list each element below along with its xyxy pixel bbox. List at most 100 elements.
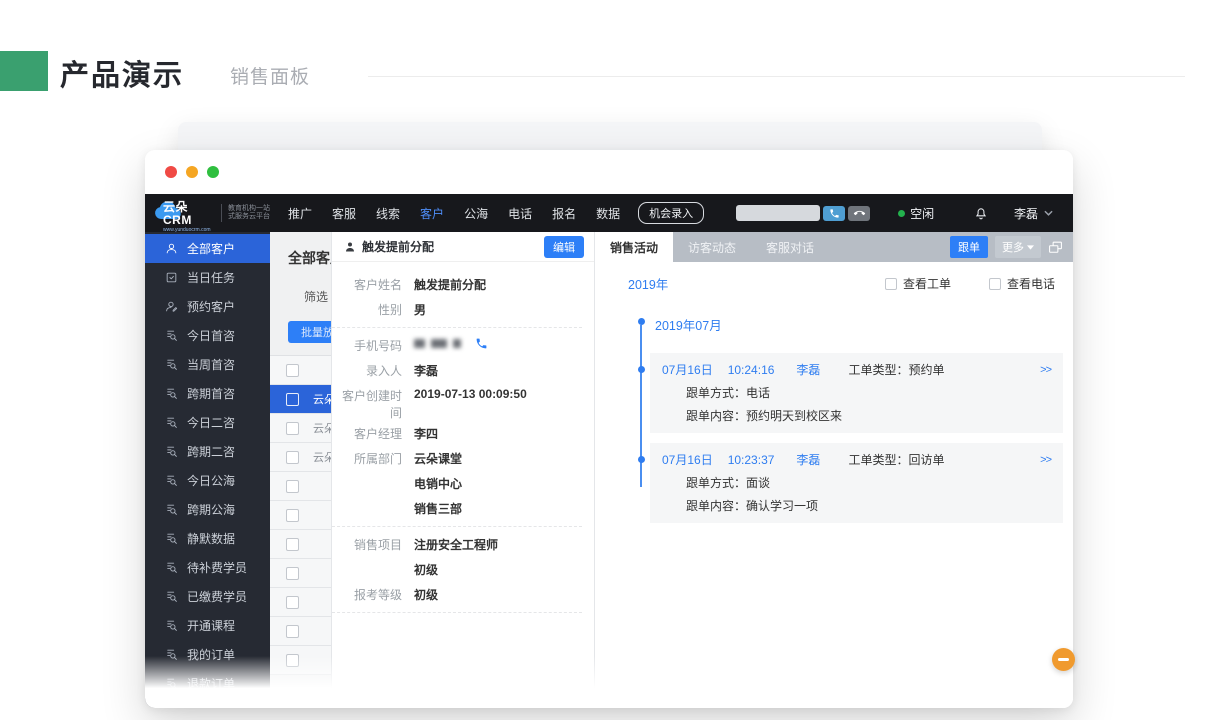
table-row[interactable] bbox=[270, 501, 331, 530]
tab-访客动态[interactable]: 访客动态 bbox=[673, 232, 751, 262]
nav-menu-item-公海[interactable]: 公海 bbox=[464, 205, 488, 222]
app-logo[interactable]: 云朵CRM www.yunduocrm.com bbox=[153, 198, 215, 233]
table-row[interactable] bbox=[270, 617, 331, 646]
row-checkbox[interactable] bbox=[286, 363, 299, 377]
sidebar-item[interactable]: 开通课程 bbox=[145, 611, 270, 640]
task-icon bbox=[165, 271, 178, 284]
sidebar-item[interactable]: 今日二咨 bbox=[145, 408, 270, 437]
follow-order-button[interactable]: 跟单 bbox=[950, 236, 988, 258]
entry-date: 07月16日 bbox=[662, 363, 713, 377]
row-cell-text: 云朵 bbox=[313, 423, 331, 435]
view-work-order-checkbox[interactable]: 查看工单 bbox=[884, 275, 951, 292]
sidebar-item[interactable]: 全部客户 bbox=[145, 234, 270, 263]
sidebar-item[interactable]: 待补费学员 bbox=[145, 553, 270, 582]
field-value: 2019-07-13 00:09:50 bbox=[414, 387, 527, 401]
doc-search-icon bbox=[165, 677, 178, 690]
table-row[interactable] bbox=[270, 588, 331, 617]
entry-type-value: 预约单 bbox=[908, 363, 945, 377]
doc-search-icon bbox=[165, 358, 178, 371]
table-row[interactable] bbox=[270, 559, 331, 588]
nav-menu-item-推广[interactable]: 推广 bbox=[288, 205, 312, 222]
entry-user-link[interactable]: 李磊 bbox=[796, 451, 820, 468]
activity-timeline: 2019年07月 07月16日 10:24:16 李磊 工单类型：预约单 >> … bbox=[637, 315, 1063, 523]
activity-content: 2019年 查看工单 查看电话 2019年07月 07月16日 10:24:16… bbox=[595, 262, 1073, 708]
nav-menu-item-报名[interactable]: 报名 bbox=[552, 205, 576, 222]
floating-minimize-button[interactable] bbox=[1052, 648, 1075, 671]
nav-menu-item-客户[interactable]: 客户 bbox=[420, 205, 444, 222]
row-cell-text: 云朵 bbox=[313, 452, 331, 464]
sidebar-item[interactable]: 已缴费学员 bbox=[145, 582, 270, 611]
sidebar-item[interactable]: 今日首咨 bbox=[145, 321, 270, 350]
sidebar-item[interactable]: 跨期首咨 bbox=[145, 379, 270, 408]
row-checkbox[interactable] bbox=[286, 421, 299, 435]
chevron-down-icon bbox=[1044, 210, 1053, 216]
table-row[interactable]: 云朵 bbox=[270, 385, 331, 414]
sidebar-item[interactable]: 当周首咨 bbox=[145, 350, 270, 379]
row-checkbox[interactable] bbox=[286, 595, 299, 609]
entry-user-link[interactable]: 李磊 bbox=[796, 361, 820, 378]
tab-客服对话[interactable]: 客服对话 bbox=[751, 232, 829, 262]
nav-menu-item-线索[interactable]: 线索 bbox=[376, 205, 400, 222]
sidebar-item[interactable]: 我的订单 bbox=[145, 640, 270, 669]
more-button[interactable]: 更多 bbox=[995, 236, 1041, 258]
nav-menu-item-客服[interactable]: 客服 bbox=[332, 205, 356, 222]
sidebar-item-label: 今日二咨 bbox=[187, 416, 236, 430]
close-window-icon[interactable] bbox=[165, 166, 177, 178]
opportunity-entry-button[interactable]: 机会录入 bbox=[638, 202, 705, 224]
table-row[interactable]: 云朵 bbox=[270, 414, 331, 443]
batch-discard-button[interactable]: 批量放弃 bbox=[288, 321, 331, 343]
view-phone-checkbox[interactable]: 查看电话 bbox=[988, 275, 1055, 292]
expand-arrow-icon[interactable]: >> bbox=[1040, 364, 1052, 376]
field-value: 初级 bbox=[414, 588, 439, 602]
nav-menu-item-数据[interactable]: 数据 bbox=[596, 205, 620, 222]
sidebar-item[interactable]: 退款订单 bbox=[145, 669, 270, 698]
agent-status[interactable]: 空闲 bbox=[898, 205, 934, 222]
window-titlebar bbox=[145, 150, 1073, 194]
entry-date: 07月16日 bbox=[662, 453, 713, 467]
table-row[interactable] bbox=[270, 472, 331, 501]
logo-tagline: 教育机构一站 式服务云平台 bbox=[228, 205, 270, 220]
minimize-window-icon[interactable] bbox=[186, 166, 198, 178]
pop-out-window-icon[interactable] bbox=[1048, 241, 1063, 254]
expand-arrow-icon[interactable]: >> bbox=[1040, 454, 1052, 466]
row-checkbox[interactable] bbox=[286, 392, 299, 406]
sidebar-item[interactable]: 静默数据 bbox=[145, 524, 270, 553]
table-row[interactable] bbox=[270, 530, 331, 559]
sidebar-item[interactable]: 跨期公海 bbox=[145, 495, 270, 524]
row-checkbox[interactable] bbox=[286, 653, 299, 667]
entry-method-label: 跟单方式： bbox=[686, 386, 747, 400]
page-title: 产品演示 bbox=[60, 60, 185, 92]
maximize-window-icon[interactable] bbox=[207, 166, 219, 178]
phone-number-input[interactable] bbox=[736, 205, 821, 221]
sidebar-item-label: 预约客户 bbox=[187, 300, 236, 314]
row-checkbox[interactable] bbox=[286, 537, 299, 551]
row-checkbox[interactable] bbox=[286, 624, 299, 638]
table-row[interactable] bbox=[270, 356, 331, 385]
nav-menu-item-电话[interactable]: 电话 bbox=[508, 205, 532, 222]
table-row[interactable]: 云朵 bbox=[270, 443, 331, 472]
call-button[interactable] bbox=[823, 205, 846, 221]
sidebar-item[interactable]: 预约客户 bbox=[145, 292, 270, 321]
sidebar-item[interactable]: 跨期二咨 bbox=[145, 437, 270, 466]
sidebar-item[interactable]: 今日公海 bbox=[145, 466, 270, 495]
doc-search-icon bbox=[165, 648, 178, 661]
doc-search-icon bbox=[165, 445, 178, 458]
row-checkbox[interactable] bbox=[286, 508, 299, 522]
edit-button[interactable]: 编辑 bbox=[544, 235, 584, 258]
follow-record-card[interactable]: 07月16日 10:24:16 李磊 工单类型：预约单 >> 跟单方式：电话 跟… bbox=[650, 353, 1063, 433]
activity-panel: 销售活动 访客动态 客服对话 跟单 更多 2019年 查看工单 查看电话 201… bbox=[595, 232, 1073, 708]
phone-icon[interactable] bbox=[475, 337, 488, 350]
hang-up-button[interactable] bbox=[848, 205, 871, 221]
row-checkbox[interactable] bbox=[286, 450, 299, 464]
row-checkbox[interactable] bbox=[286, 566, 299, 580]
user-menu[interactable]: 李磊 bbox=[1014, 205, 1053, 222]
sidebar-item-label: 退款订单 bbox=[187, 677, 236, 691]
follow-record-card[interactable]: 07月16日 10:23:37 李磊 工单类型：回访单 >> 跟单方式：面谈 跟… bbox=[650, 443, 1063, 523]
tab-销售活动[interactable]: 销售活动 bbox=[595, 232, 674, 262]
row-checkbox[interactable] bbox=[286, 479, 299, 493]
table-row[interactable] bbox=[270, 646, 331, 675]
sidebar-item[interactable]: 当日任务 bbox=[145, 263, 270, 292]
notification-bell-icon[interactable] bbox=[974, 206, 988, 221]
entry-time: 10:23:37 bbox=[727, 452, 775, 467]
detail-field-row: 初级 bbox=[332, 557, 582, 582]
